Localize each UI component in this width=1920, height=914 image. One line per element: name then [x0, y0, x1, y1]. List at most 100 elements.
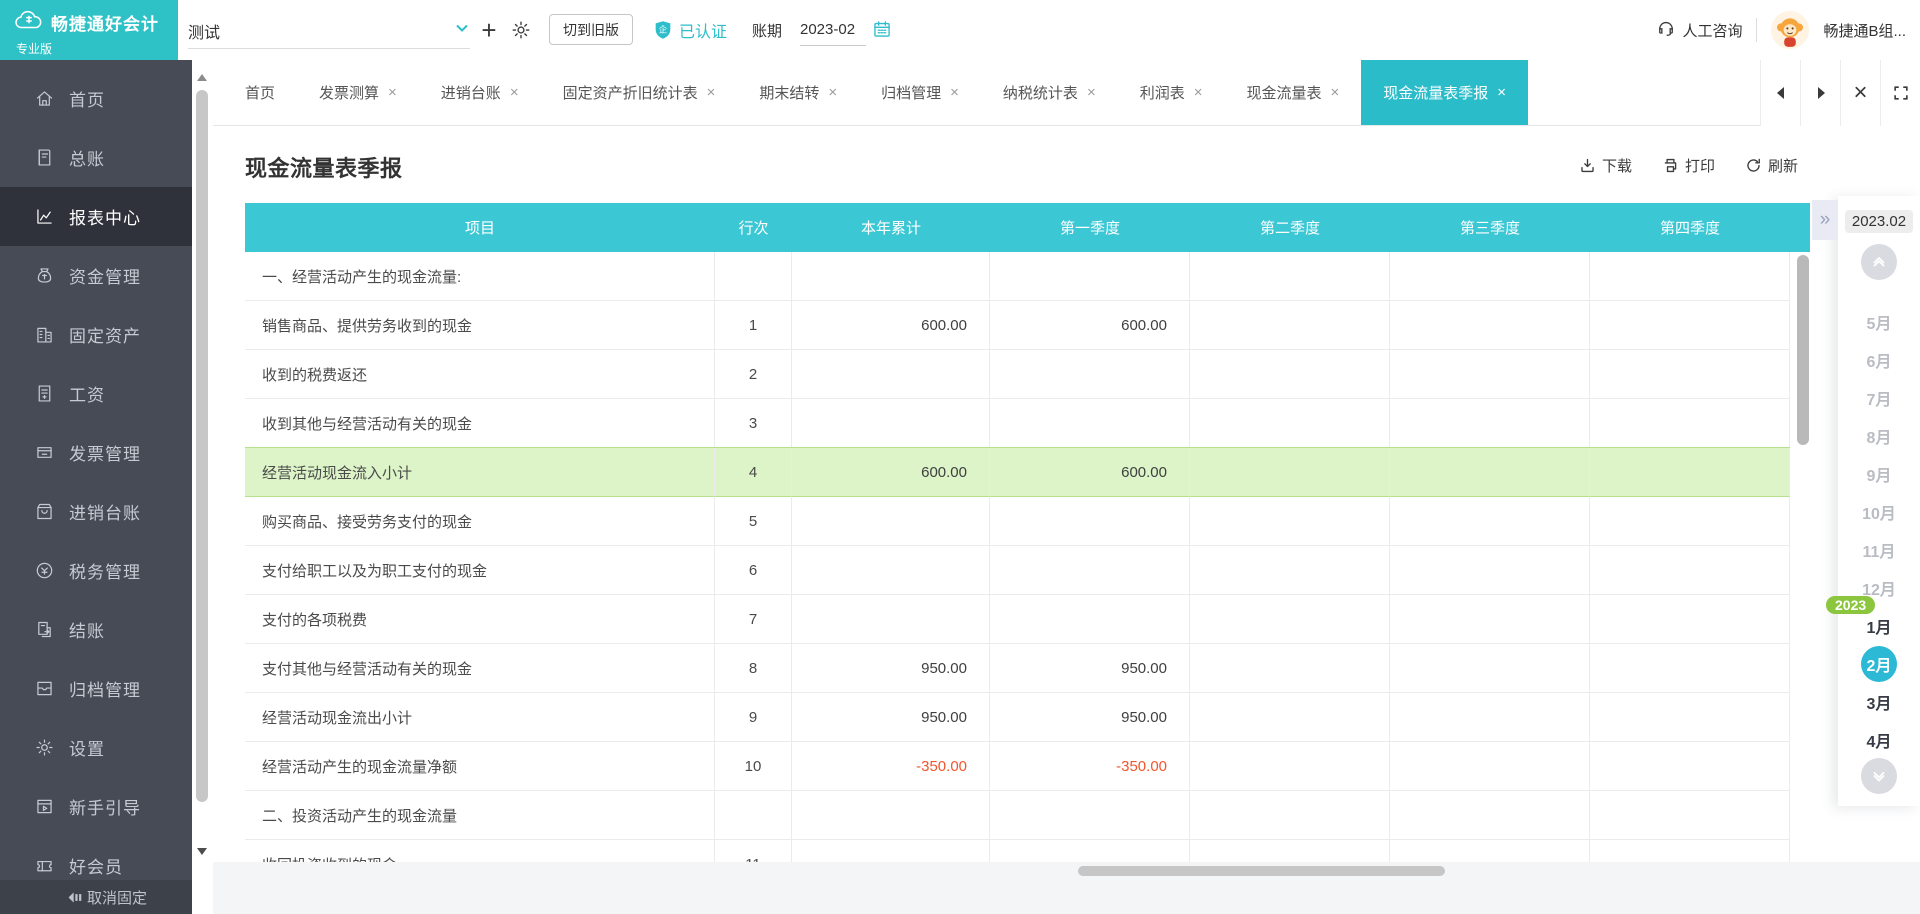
table-row[interactable]: 经营活动现金流入小计 4 600.00 600.00 — [245, 447, 1810, 497]
sidebar-item-report[interactable]: 报表中心 — [0, 187, 192, 246]
tabs-scroll-left-button[interactable] — [1760, 60, 1800, 126]
sidebar-item-purchase[interactable]: 进销台账 — [0, 482, 192, 541]
period-value[interactable]: 2023-02 — [800, 14, 866, 46]
app-logo[interactable]: 畅捷通好会计 专业版 — [0, 0, 178, 60]
table-horizontal-scrollbar-thumb[interactable] — [1078, 866, 1445, 876]
cell-item: 经营活动现金流入小计 — [245, 448, 715, 497]
table-row[interactable]: 二、投资活动产生的现金流量 — [245, 791, 1810, 840]
table-row[interactable]: 购买商品、接受劳务支付的现金 5 — [245, 497, 1810, 546]
certified-badge[interactable]: 企 已认证 — [652, 0, 727, 60]
tab[interactable]: 固定资产折旧统计表 × — [541, 60, 738, 125]
cell-gutter — [1790, 742, 1810, 791]
tab[interactable]: 归档管理 × — [859, 60, 981, 125]
cell-annual — [792, 840, 990, 862]
tab[interactable]: 现金流量表季报 × — [1361, 60, 1529, 125]
cell-line-no: 6 — [715, 546, 792, 595]
month-8月[interactable]: 8月 — [1838, 417, 1920, 455]
sidebar-item-salary[interactable]: 工资 — [0, 364, 192, 423]
tab[interactable]: 发票测算 × — [297, 60, 419, 125]
cell-q2 — [1190, 546, 1390, 595]
headset-icon — [1656, 18, 1676, 42]
calendar-icon[interactable] — [872, 19, 894, 41]
sidebar-item-home[interactable]: 首页 — [0, 69, 192, 128]
tab[interactable]: 纳税统计表 × — [981, 60, 1118, 125]
tabs-scroll-right-button[interactable] — [1800, 60, 1840, 126]
certified-label: 已认证 — [679, 24, 728, 41]
table-row[interactable]: 经营活动产生的现金流量净额 10 -350.00 -350.00 — [245, 742, 1810, 791]
avatar[interactable] — [1771, 11, 1810, 49]
table-header-row: 项目 行次 本年累计 第一季度 第二季度 第三季度 第四季度 — [245, 203, 1810, 252]
support-button[interactable]: 人工咨询 — [1656, 18, 1742, 42]
unpin-sidebar-button[interactable]: 取消固定 — [0, 880, 192, 914]
cell-annual: 950.00 — [792, 693, 990, 742]
tab[interactable]: 利润表 × — [1118, 60, 1225, 125]
cell-annual — [792, 252, 990, 301]
sidebar-item-closing[interactable]: 结账 — [0, 600, 192, 659]
tab[interactable]: 首页 — [223, 60, 297, 125]
sidebar-item-tax[interactable]: 税务管理 — [0, 541, 192, 600]
month-7月[interactable]: 7月 — [1838, 379, 1920, 417]
gear-icon[interactable] — [510, 19, 534, 43]
table-row[interactable]: 支付给职工以及为职工支付的现金 6 — [245, 546, 1810, 595]
scroll-down-arrow-icon[interactable] — [197, 848, 207, 855]
app-window: 畅捷通好会计 专业版 测试 + 切到旧版 企 已认证 账期 2023-02 人工… — [0, 0, 1920, 914]
tab-close-icon[interactable]: × — [510, 84, 519, 101]
refresh-button[interactable]: 刷新 — [1745, 155, 1798, 176]
month-11月[interactable]: 11月 — [1838, 531, 1920, 569]
table-row[interactable]: 支付其他与经营活动有关的现金 8 950.00 950.00 — [245, 644, 1810, 693]
tab[interactable]: 期末结转 × — [737, 60, 859, 125]
month-9月[interactable]: 9月 — [1838, 455, 1920, 493]
sidebar-item-fund[interactable]: 资金管理 — [0, 246, 192, 305]
sidebar-item-archive[interactable]: 归档管理 — [0, 659, 192, 718]
tab-close-icon[interactable]: × — [950, 84, 959, 101]
month-5月[interactable]: 5月 — [1838, 303, 1920, 341]
months-scroll-down-button[interactable] — [1861, 758, 1897, 794]
table-row[interactable]: 收回投资收到的现金 11 — [245, 840, 1810, 862]
sidebar-item-asset[interactable]: 固定资产 — [0, 305, 192, 364]
tab-close-icon[interactable]: × — [707, 84, 716, 101]
expand-month-panel-button[interactable]: » — [1812, 200, 1838, 240]
table-footer-area — [213, 862, 1920, 914]
new-account-button[interactable]: + — [474, 13, 504, 47]
month-2月[interactable]: 2月 — [1838, 645, 1920, 683]
tab[interactable]: 现金流量表 × — [1224, 60, 1361, 125]
table-row[interactable]: 收到的税费返还 2 — [245, 350, 1810, 399]
cell-item: 支付其他与经营活动有关的现金 — [245, 644, 715, 693]
user-name[interactable]: 畅捷通B组... — [1823, 20, 1906, 41]
table-vertical-scrollbar-thumb[interactable] — [1797, 255, 1809, 445]
table-row[interactable]: 销售商品、提供劳务收到的现金 1 600.00 600.00 — [245, 301, 1810, 350]
tab-close-icon[interactable]: × — [1087, 84, 1096, 101]
table-row[interactable]: 收到其他与经营活动有关的现金 3 — [245, 399, 1810, 448]
fullscreen-icon[interactable] — [1880, 60, 1920, 126]
svg-text:企: 企 — [659, 24, 668, 34]
tab-close-icon[interactable]: × — [1194, 84, 1203, 101]
cell-q1: -350.00 — [990, 742, 1190, 791]
scroll-up-arrow-icon[interactable] — [197, 74, 207, 81]
tab-close-icon[interactable]: × — [1497, 84, 1506, 101]
table-row[interactable]: 支付的各项税费 7 — [245, 595, 1810, 644]
sidebar-item-guide[interactable]: 新手引导 — [0, 777, 192, 836]
cell-q2 — [1190, 497, 1390, 546]
month-6月[interactable]: 6月 — [1838, 341, 1920, 379]
close-all-tabs-button[interactable]: × — [1840, 60, 1880, 126]
month-10月[interactable]: 10月 — [1838, 493, 1920, 531]
tab-close-icon[interactable]: × — [1331, 84, 1340, 101]
tab[interactable]: 进销台账 × — [419, 60, 541, 125]
print-button[interactable]: 打印 — [1662, 155, 1715, 176]
months-scroll-up-button[interactable] — [1861, 244, 1897, 280]
download-button[interactable]: 下载 — [1579, 155, 1632, 176]
month-4月[interactable]: 4月 — [1838, 721, 1920, 759]
cell-line-no: 3 — [715, 399, 792, 448]
tab-close-icon[interactable]: × — [828, 84, 837, 101]
fund-icon — [34, 265, 55, 286]
month-3月[interactable]: 3月 — [1838, 683, 1920, 721]
switch-to-old-version-button[interactable]: 切到旧版 — [549, 14, 633, 45]
company-selector[interactable]: 测试 — [188, 13, 470, 49]
sidebar-item-ledger[interactable]: 总账 — [0, 128, 192, 187]
table-row[interactable]: 经营活动现金流出小计 9 950.00 950.00 — [245, 693, 1810, 742]
sidebar-item-settings[interactable]: 设置 — [0, 718, 192, 777]
tab-close-icon[interactable]: × — [388, 84, 397, 101]
table-row[interactable]: 一、经营活动产生的现金流量: — [245, 252, 1810, 301]
sidebar-item-invoice[interactable]: 发票管理 — [0, 423, 192, 482]
sidebar-scrollbar-thumb[interactable] — [196, 90, 208, 802]
